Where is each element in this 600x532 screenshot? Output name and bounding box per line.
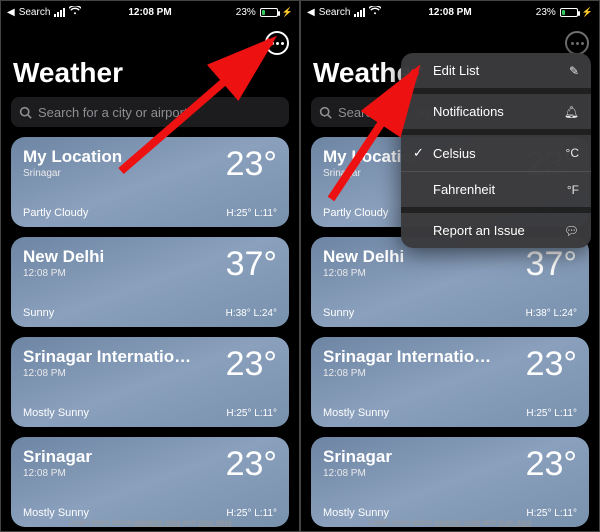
cellular-signal-icon — [354, 8, 365, 17]
battery-pct: 23% — [536, 7, 556, 18]
location-card[interactable]: Srinagar12:08 PM23° Mostly SunnyH:25° L:… — [311, 437, 589, 527]
battery-icon — [260, 8, 278, 17]
location-temp: 23° — [526, 447, 577, 481]
ellipsis-icon — [271, 42, 284, 45]
location-card[interactable]: Srinagar Internation...12:08 PM 23° Mostl… — [11, 337, 289, 427]
location-highlow: H:38° L:24° — [226, 308, 277, 319]
status-back-label[interactable]: Search — [319, 7, 351, 18]
menu-item-fahrenheit[interactable]: Fahrenheit °F — [401, 172, 591, 213]
charging-icon: ⚡ — [582, 7, 593, 18]
menu-item-notifications[interactable]: Notifications 🔔︎ — [401, 94, 591, 135]
location-temp: 37° — [526, 247, 577, 281]
location-name: Srinagar Internation... — [323, 347, 493, 367]
location-subtitle: 12:08 PM — [323, 268, 404, 279]
location-card[interactable]: New Delhi12:08 PM 37° Sunny H:38° L:24° — [311, 237, 589, 327]
status-time: 12:08 PM — [428, 7, 471, 18]
location-subtitle: Srinagar — [23, 168, 122, 179]
fahrenheit-symbol: °F — [567, 183, 579, 197]
location-subtitle: 12:08 PM — [23, 268, 104, 279]
location-highlow: H:25° L:11° — [226, 408, 277, 419]
ellipsis-icon — [571, 42, 584, 45]
location-name: Srinagar Internation... — [23, 347, 193, 367]
location-temp: 23° — [226, 147, 277, 181]
charging-icon: ⚡ — [282, 7, 293, 18]
wifi-icon — [69, 6, 81, 18]
search-icon — [319, 106, 332, 119]
location-condition: Partly Cloudy — [323, 207, 388, 219]
location-card[interactable]: My LocationSrinagar 23° Partly Cloudy H:25… — [11, 137, 289, 227]
status-time: 12:08 PM — [128, 7, 171, 18]
back-chevron-icon[interactable]: ◀ — [7, 7, 15, 18]
battery-icon — [560, 8, 578, 17]
status-bar: ◀ Search 12:08 PM 23% ⚡ — [301, 1, 599, 23]
location-condition: Mostly Sunny — [323, 407, 389, 419]
location-condition: Sunny — [323, 307, 354, 319]
location-temp: 37° — [226, 247, 277, 281]
location-temp: 23° — [526, 347, 577, 381]
menu-item-report-issue[interactable]: Report an Issue 💬︎ — [401, 213, 591, 248]
location-temp: 23° — [226, 347, 277, 381]
phone-right: ◀ Search 12:08 PM 23% ⚡ Weather Search f… — [300, 0, 600, 532]
location-highlow: H:38° L:24° — [526, 308, 577, 319]
location-card[interactable]: New Delhi12:08 PM 37° Sunny H:38° L:24° — [11, 237, 289, 327]
pencil-icon: ✎ — [569, 64, 579, 78]
cellular-signal-icon — [54, 8, 65, 17]
map-data-link[interactable]: map data — [198, 518, 231, 527]
location-condition: Sunny — [23, 307, 54, 319]
location-condition: Partly Cloudy — [23, 207, 88, 219]
location-card[interactable]: Srinagar Internation...12:08 PM 23° Mostl… — [311, 337, 589, 427]
status-back-label[interactable]: Search — [19, 7, 51, 18]
locations-list: My LocationSrinagar23° Partly CloudyH:25… — [1, 137, 299, 527]
location-subtitle: 12:08 PM — [323, 368, 493, 379]
location-highlow: H:25° L:11° — [526, 408, 577, 419]
weather-data-link[interactable]: weather data — [434, 518, 480, 527]
back-chevron-icon[interactable]: ◀ — [307, 7, 315, 18]
checkmark-icon: ✓ — [413, 145, 425, 161]
celsius-symbol: °C — [566, 146, 579, 160]
location-name: Srinagar — [23, 447, 92, 467]
search-icon — [19, 106, 32, 119]
location-card[interactable]: Srinagar12:08 PM23° Mostly SunnyH:25° L:… — [11, 437, 289, 527]
more-menu-button[interactable] — [265, 31, 289, 55]
footer-text: Learn more about weather data and map da… — [301, 518, 599, 527]
location-temp: 23° — [226, 447, 277, 481]
speech-bubble-icon: 💬︎ — [564, 224, 579, 238]
location-condition: Mostly Sunny — [23, 407, 89, 419]
search-input[interactable]: Search for a city or airport — [11, 97, 289, 127]
more-menu-popover: Edit List ✎ Notifications 🔔︎ ✓Celsius °C… — [401, 53, 591, 248]
status-bar: ◀ Search 12:08 PM 23% ⚡ — [1, 1, 299, 23]
location-subtitle: 12:08 PM — [23, 368, 193, 379]
location-name: New Delhi — [23, 247, 104, 267]
location-name: My Location — [23, 147, 122, 167]
map-data-link[interactable]: map data — [498, 518, 531, 527]
wifi-icon — [369, 6, 381, 18]
menu-item-celsius[interactable]: ✓Celsius °C — [401, 135, 591, 172]
location-subtitle: 12:08 PM — [23, 468, 92, 479]
battery-pct: 23% — [236, 7, 256, 18]
phone-left: ◀ Search 12:08 PM 23% ⚡ Weather Search f… — [0, 0, 300, 532]
more-menu-button[interactable] — [565, 31, 589, 55]
location-name: New Delhi — [323, 247, 404, 267]
menu-item-edit-list[interactable]: Edit List ✎ — [401, 53, 591, 94]
search-placeholder: Search for a city or airport — [38, 105, 188, 120]
location-subtitle: 12:08 PM — [323, 468, 392, 479]
page-title: Weather — [1, 23, 299, 97]
weather-data-link[interactable]: weather data — [134, 518, 180, 527]
footer-text: Learn more about weather data and map da… — [1, 518, 299, 527]
bell-icon: 🔔︎ — [564, 105, 579, 119]
location-highlow: H:25° L:11° — [226, 208, 277, 219]
location-name: Srinagar — [323, 447, 392, 467]
